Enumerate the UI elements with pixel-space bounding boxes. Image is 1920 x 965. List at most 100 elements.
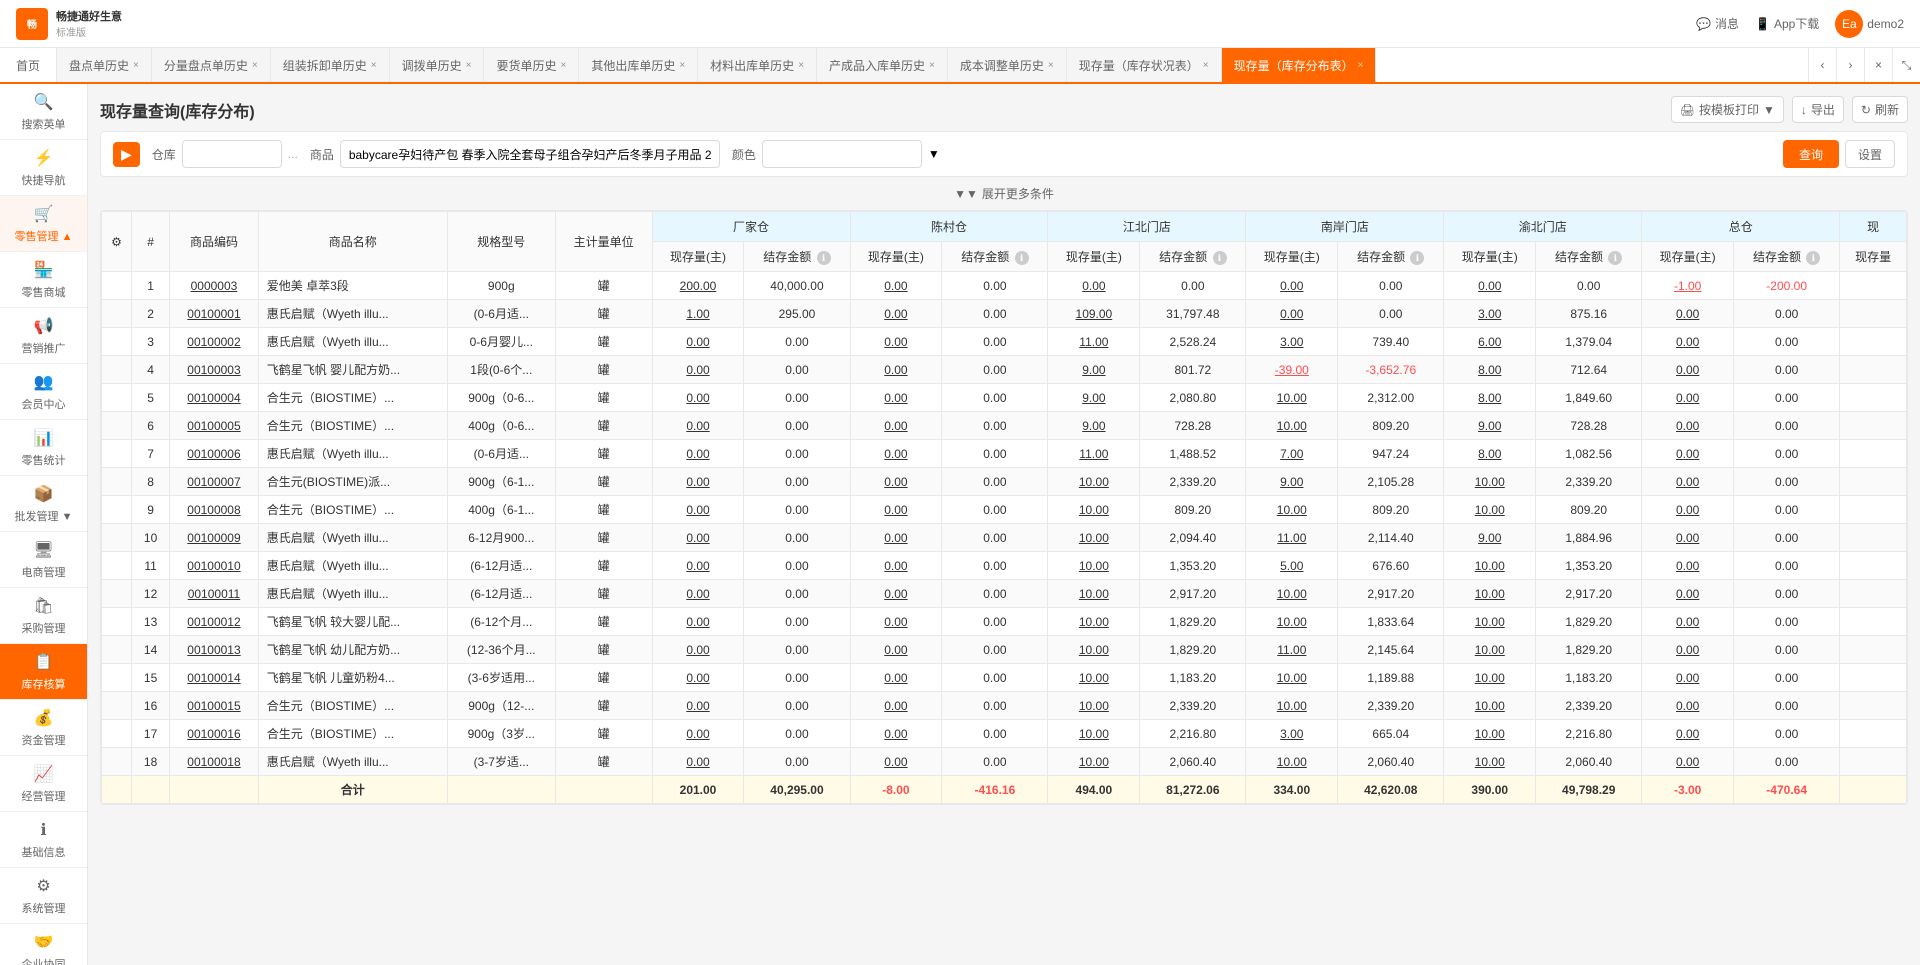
td-code[interactable]: 00100009 (170, 524, 259, 552)
tab-close-6[interactable]: × (679, 60, 685, 71)
td-yb-stock[interactable]: 10.00 (1444, 692, 1536, 720)
td-na-stock[interactable]: 10.00 (1246, 692, 1338, 720)
sidebar-item-basics[interactable]: ℹ 基础信息 (0, 812, 87, 868)
td-c-stock[interactable]: 0.00 (850, 272, 942, 300)
td-na-stock[interactable]: -39.00 (1246, 356, 1338, 384)
td-jb-stock[interactable]: 0.00 (1048, 272, 1140, 300)
td-t-stock[interactable]: 0.00 (1642, 356, 1734, 384)
td-jb-stock[interactable]: 9.00 (1048, 412, 1140, 440)
td-yb-stock[interactable]: 6.00 (1444, 328, 1536, 356)
td-yb-stock[interactable]: 8.00 (1444, 440, 1536, 468)
tab-close-10[interactable]: × (1203, 60, 1209, 71)
td-na-stock[interactable]: 3.00 (1246, 720, 1338, 748)
td-na-stock[interactable]: 10.00 (1246, 748, 1338, 776)
td-t-stock[interactable]: 0.00 (1642, 412, 1734, 440)
td-yb-stock[interactable]: 10.00 (1444, 636, 1536, 664)
td-jb-stock[interactable]: 10.00 (1048, 468, 1140, 496)
tab-1[interactable]: 盘点单历史 × (57, 48, 152, 83)
td-t-stock[interactable]: 0.00 (1642, 440, 1734, 468)
td-jb-stock[interactable]: 11.00 (1048, 440, 1140, 468)
td-f-stock[interactable]: 0.00 (652, 636, 744, 664)
td-na-stock[interactable]: 11.00 (1246, 524, 1338, 552)
td-code[interactable]: 00100015 (170, 692, 259, 720)
sidebar-item-purchase[interactable]: 🛍 采购管理 (0, 588, 87, 644)
td-na-stock[interactable]: 10.00 (1246, 608, 1338, 636)
td-f-stock[interactable]: 0.00 (652, 412, 744, 440)
print-btn[interactable]: 🖨 按模板打印 ▼ (1671, 96, 1784, 123)
td-jb-stock[interactable]: 10.00 (1048, 552, 1140, 580)
td-code[interactable]: 00100001 (170, 300, 259, 328)
tab-prev-btn[interactable]: ‹ (1808, 48, 1836, 83)
td-code[interactable]: 00100018 (170, 748, 259, 776)
td-na-stock[interactable]: 10.00 (1246, 580, 1338, 608)
td-t-stock[interactable]: 0.00 (1642, 496, 1734, 524)
th-settings[interactable]: ⚙ (102, 212, 132, 272)
td-code[interactable]: 00100012 (170, 608, 259, 636)
td-t-stock[interactable]: -1.00 (1642, 272, 1734, 300)
td-code[interactable]: 00100007 (170, 468, 259, 496)
td-c-stock[interactable]: 0.00 (850, 524, 942, 552)
td-c-stock[interactable]: 0.00 (850, 692, 942, 720)
td-t-stock[interactable]: 0.00 (1642, 328, 1734, 356)
c-amount-info[interactable]: ℹ (1015, 251, 1029, 265)
tab-11-active[interactable]: 现存量（库存分布表） × (1222, 48, 1377, 83)
sidebar-item-quick[interactable]: ⚡ 快捷导航 (0, 140, 87, 196)
td-f-stock[interactable]: 0.00 (652, 692, 744, 720)
sidebar-item-retail-stats[interactable]: 📊 零售统计 (0, 420, 87, 476)
td-c-stock[interactable]: 0.00 (850, 440, 942, 468)
td-c-stock[interactable]: 0.00 (850, 552, 942, 580)
td-t-stock[interactable]: 0.00 (1642, 552, 1734, 580)
td-code[interactable]: 00100005 (170, 412, 259, 440)
setting-btn[interactable]: 设置 (1845, 140, 1895, 168)
tab-close-5[interactable]: × (560, 60, 566, 71)
td-yb-stock[interactable]: 8.00 (1444, 384, 1536, 412)
sidebar-item-member[interactable]: 👥 会员中心 (0, 364, 87, 420)
tab-10[interactable]: 现存量（库存状况表） × (1067, 48, 1222, 83)
td-code[interactable]: 00100004 (170, 384, 259, 412)
td-f-stock[interactable]: 0.00 (652, 496, 744, 524)
f-amount-info[interactable]: ℹ (817, 251, 831, 265)
td-t-stock[interactable]: 0.00 (1642, 664, 1734, 692)
td-f-stock[interactable]: 0.00 (652, 328, 744, 356)
td-yb-stock[interactable]: 0.00 (1444, 272, 1536, 300)
td-c-stock[interactable]: 0.00 (850, 608, 942, 636)
td-na-stock[interactable]: 10.00 (1246, 384, 1338, 412)
warehouse-input[interactable] (182, 140, 282, 168)
td-code[interactable]: 00100011 (170, 580, 259, 608)
td-na-stock[interactable]: 3.00 (1246, 328, 1338, 356)
td-f-stock[interactable]: 0.00 (652, 720, 744, 748)
tab-close-4[interactable]: × (466, 60, 472, 71)
na-amount-info[interactable]: ℹ (1410, 251, 1424, 265)
td-f-stock[interactable]: 0.00 (652, 664, 744, 692)
td-jb-stock[interactable]: 10.00 (1048, 524, 1140, 552)
sidebar-item-wholesale[interactable]: 📦 批发管理 ▼ (0, 476, 87, 532)
td-c-stock[interactable]: 0.00 (850, 664, 942, 692)
td-f-stock[interactable]: 0.00 (652, 580, 744, 608)
sidebar-item-retail-mall[interactable]: 🏪 零售商城 (0, 252, 87, 308)
td-code[interactable]: 00100008 (170, 496, 259, 524)
td-jb-stock[interactable]: 10.00 (1048, 720, 1140, 748)
sidebar-item-inventory[interactable]: 📋 库存核算 (0, 644, 87, 700)
td-code[interactable]: 00100014 (170, 664, 259, 692)
td-t-stock[interactable]: 0.00 (1642, 608, 1734, 636)
td-f-stock[interactable]: 200.00 (652, 272, 744, 300)
td-yb-stock[interactable]: 3.00 (1444, 300, 1536, 328)
tab-close-9[interactable]: × (1048, 60, 1054, 71)
tab-expand-btn[interactable]: ⤡ (1892, 48, 1920, 83)
td-t-stock[interactable]: 0.00 (1642, 692, 1734, 720)
td-yb-stock[interactable]: 9.00 (1444, 524, 1536, 552)
td-t-stock[interactable]: 0.00 (1642, 580, 1734, 608)
tab-5[interactable]: 要货单历史 × (484, 48, 579, 83)
sidebar-item-search[interactable]: 🔍 搜索英单 (0, 84, 87, 140)
td-t-stock[interactable]: 0.00 (1642, 524, 1734, 552)
td-c-stock[interactable]: 0.00 (850, 636, 942, 664)
td-na-stock[interactable]: 0.00 (1246, 272, 1338, 300)
td-yb-stock[interactable]: 8.00 (1444, 356, 1536, 384)
tab-close-11[interactable]: × (1358, 60, 1364, 71)
td-code[interactable]: 00100010 (170, 552, 259, 580)
td-jb-stock[interactable]: 10.00 (1048, 748, 1140, 776)
td-code[interactable]: 00100003 (170, 356, 259, 384)
td-f-stock[interactable]: 0.00 (652, 440, 744, 468)
td-jb-stock[interactable]: 10.00 (1048, 580, 1140, 608)
td-code[interactable]: 00100013 (170, 636, 259, 664)
